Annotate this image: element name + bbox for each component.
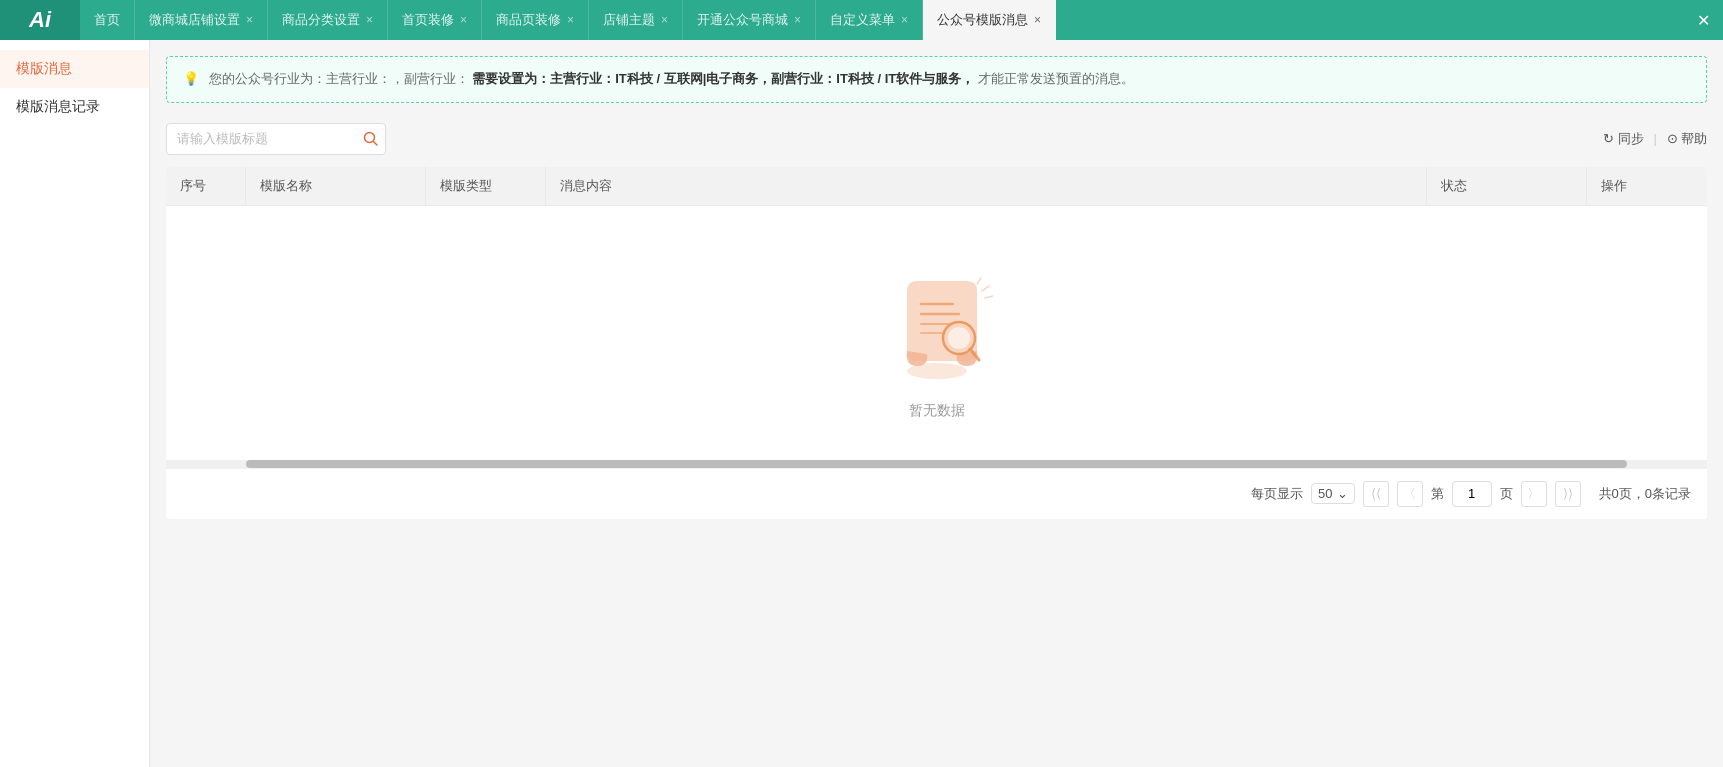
next-page-button[interactable]: 〉 <box>1521 481 1547 507</box>
search-input-wrap <box>166 123 386 155</box>
svg-point-8 <box>948 327 970 349</box>
svg-line-1 <box>374 142 378 146</box>
tab-item[interactable]: 微商城店铺设置 × <box>135 0 268 40</box>
svg-line-12 <box>977 278 981 284</box>
pagination: 每页显示 50 ⌄ ⟨⟨ 〈 第 页 〉 ⟩⟩ 共0页，0条记录 <box>166 468 1707 519</box>
tab-close-icon[interactable]: × <box>794 13 801 27</box>
logo: Ai <box>0 0 80 40</box>
divider: | <box>1654 131 1657 146</box>
page-size-value: 50 <box>1318 486 1332 501</box>
layout: 模版消息模版消息记录 💡 您的公众号行业为：主营行业：，副营行业： 需要设置为：… <box>0 40 1723 767</box>
scroll-bar-area[interactable] <box>166 460 1707 468</box>
tab-close-icon[interactable]: × <box>901 13 908 27</box>
page-input[interactable] <box>1452 481 1492 507</box>
tab-close-icon[interactable]: × <box>460 13 467 27</box>
empty-text: 暂无数据 <box>909 402 965 420</box>
help-icon: ⊙ <box>1667 131 1678 146</box>
tab-close-icon[interactable]: × <box>567 13 574 27</box>
tab-bar: 首页微商城店铺设置×商品分类设置×首页装修×商品页装修×店铺主题×开通公众号商城… <box>80 0 1683 40</box>
help-button[interactable]: ⊙ 帮助 <box>1667 130 1707 148</box>
notice-highlight: 需要设置为：主营行业：IT科技 / 互联网|电子商务，副营行业：IT科技 / I… <box>472 71 974 86</box>
tab-label: 首页装修 <box>402 11 454 29</box>
tab-item[interactable]: 开通公众号商城 × <box>683 0 816 40</box>
tab-label: 首页 <box>94 11 120 29</box>
tab-label: 自定义菜单 <box>830 11 895 29</box>
search-input[interactable] <box>166 123 386 155</box>
table-column-header: 模版名称 <box>246 167 426 205</box>
sidebar: 模版消息模版消息记录 <box>0 40 150 767</box>
tab-label: 商品分类设置 <box>282 11 360 29</box>
tab-item[interactable]: 商品分类设置 × <box>268 0 388 40</box>
tab-item[interactable]: 商品页装修 × <box>482 0 589 40</box>
table-header: 序号模版名称模版类型消息内容状态操作 <box>166 167 1707 206</box>
notice-prefix: 您的公众号行业为：主营行业：，副营行业： <box>209 71 469 86</box>
tab-close-icon[interactable]: × <box>366 13 373 27</box>
prev-page-button[interactable]: 〈 <box>1397 481 1423 507</box>
main-content: 💡 您的公众号行业为：主营行业：，副营行业： 需要设置为：主营行业：IT科技 /… <box>150 40 1723 767</box>
table-column-header: 操作 <box>1587 167 1707 205</box>
chevron-down-icon: ⌄ <box>1337 486 1348 501</box>
first-page-button[interactable]: ⟨⟨ <box>1363 481 1389 507</box>
tab-item[interactable]: 首页装修 × <box>388 0 482 40</box>
empty-illustration <box>877 266 997 386</box>
page-size-select[interactable]: 50 ⌄ <box>1311 483 1354 504</box>
sidebar-item[interactable]: 模版消息记录 <box>0 88 149 126</box>
global-close-button[interactable]: ✕ <box>1683 0 1723 40</box>
tab-item[interactable]: 公众号模版消息 × <box>923 0 1056 40</box>
notice-icon: 💡 <box>183 71 199 86</box>
tab-label: 微商城店铺设置 <box>149 11 240 29</box>
tab-label: 开通公众号商城 <box>697 11 788 29</box>
table-column-header: 模版类型 <box>426 167 546 205</box>
tab-item[interactable]: 首页 <box>80 0 135 40</box>
total-text: 共0页，0条记录 <box>1599 485 1691 503</box>
scroll-bar-thumb[interactable] <box>246 460 1627 468</box>
svg-line-11 <box>985 296 993 298</box>
page-size-label: 每页显示 <box>1251 485 1303 503</box>
sidebar-item[interactable]: 模版消息 <box>0 50 149 88</box>
sync-icon: ↻ <box>1603 131 1614 146</box>
help-label: 帮助 <box>1681 130 1707 148</box>
empty-state: 暂无数据 <box>166 206 1707 460</box>
table-column-header: 状态 <box>1427 167 1587 205</box>
tab-item[interactable]: 自定义菜单 × <box>816 0 923 40</box>
search-button[interactable] <box>363 131 378 146</box>
notice-box: 💡 您的公众号行业为：主营行业：，副营行业： 需要设置为：主营行业：IT科技 /… <box>166 56 1707 103</box>
svg-line-10 <box>982 286 989 291</box>
tab-label: 店铺主题 <box>603 11 655 29</box>
tab-close-icon[interactable]: × <box>1034 13 1041 27</box>
tab-close-icon[interactable]: × <box>661 13 668 27</box>
top-nav: Ai 首页微商城店铺设置×商品分类设置×首页装修×商品页装修×店铺主题×开通公众… <box>0 0 1723 40</box>
table-column-header: 序号 <box>166 167 246 205</box>
sync-button[interactable]: ↻ 同步 <box>1603 130 1644 148</box>
tab-close-icon[interactable]: × <box>246 13 253 27</box>
tab-label: 商品页装修 <box>496 11 561 29</box>
notice-suffix: 才能正常发送预置的消息。 <box>978 71 1134 86</box>
page-unit: 页 <box>1500 485 1513 503</box>
sync-label: 同步 <box>1618 130 1644 148</box>
tab-item[interactable]: 店铺主题 × <box>589 0 683 40</box>
page-label: 第 <box>1431 485 1444 503</box>
search-icon <box>363 131 378 146</box>
table-wrap: 序号模版名称模版类型消息内容状态操作 <box>166 167 1707 519</box>
table-column-header: 消息内容 <box>546 167 1427 205</box>
last-page-button[interactable]: ⟩⟩ <box>1555 481 1581 507</box>
search-row: ↻ 同步 | ⊙ 帮助 <box>166 123 1707 155</box>
search-actions: ↻ 同步 | ⊙ 帮助 <box>1603 130 1707 148</box>
tab-label: 公众号模版消息 <box>937 11 1028 29</box>
